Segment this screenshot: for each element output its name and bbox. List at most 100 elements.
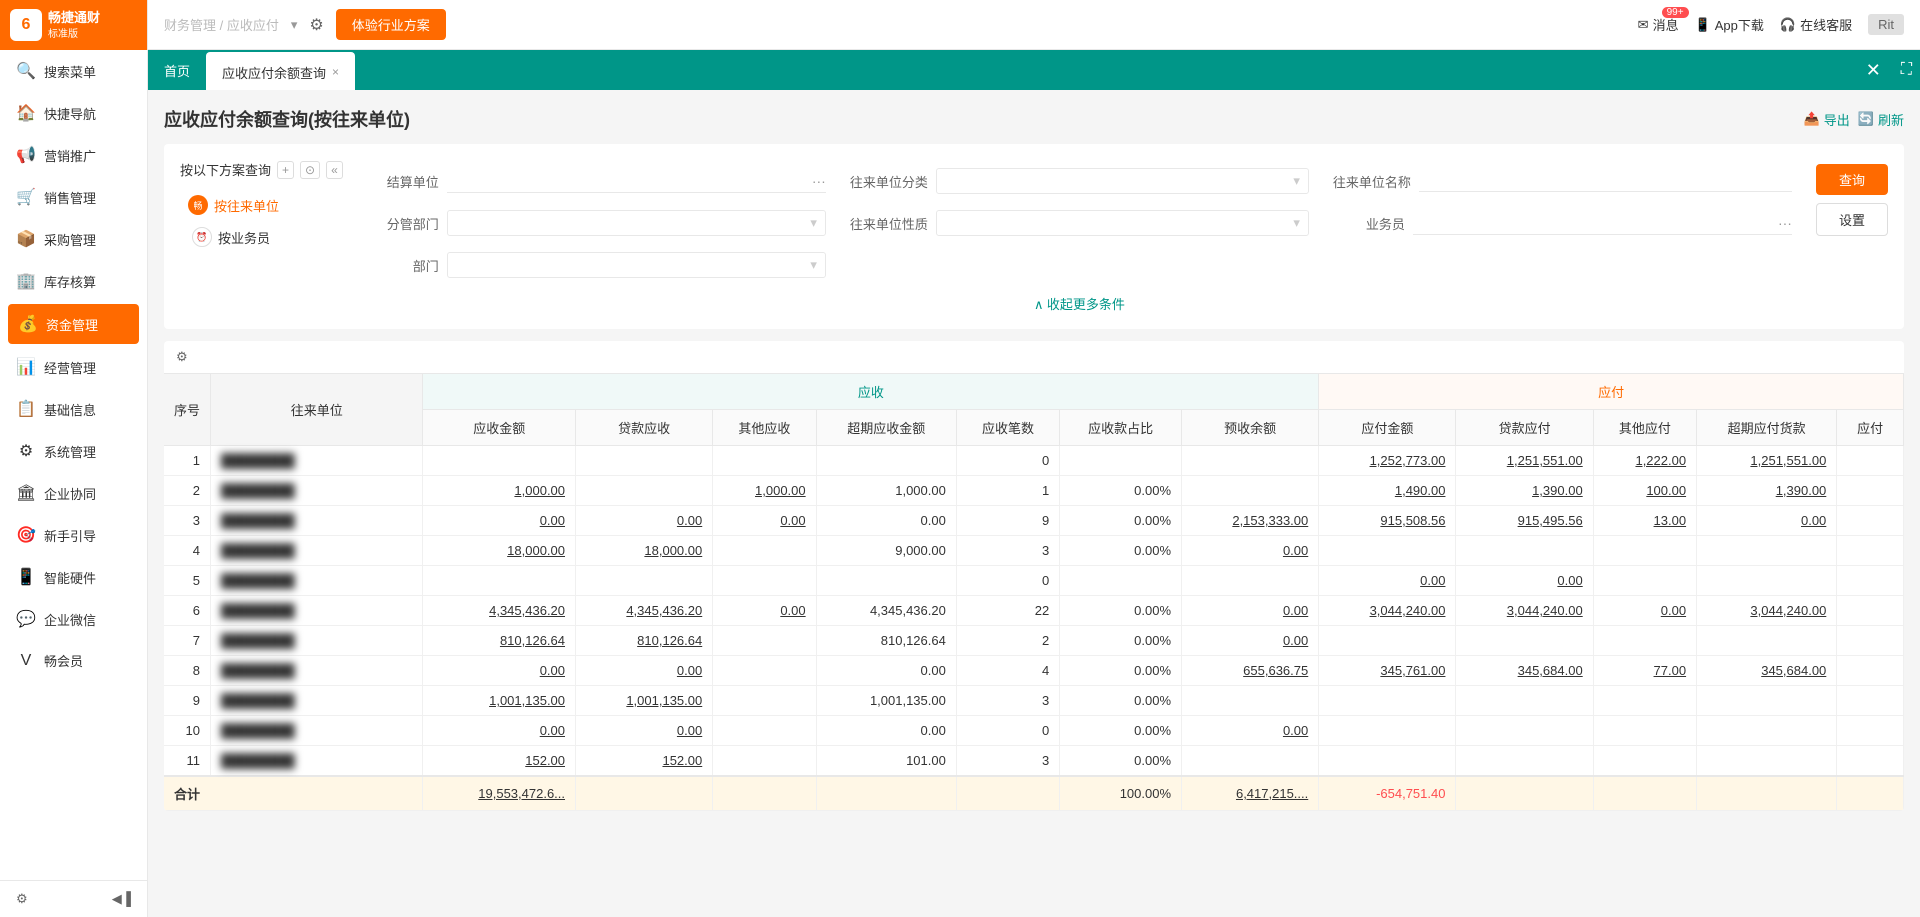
table-cell[interactable]: 0.00 xyxy=(576,656,713,686)
table-cell[interactable]: 0.00 xyxy=(576,716,713,746)
table-cell[interactable]: 1,000.00 xyxy=(713,476,816,506)
table-cell[interactable]: 810,126.64 xyxy=(423,626,576,656)
salesperson-input[interactable] xyxy=(1413,215,1778,230)
footer-ar-prepaid[interactable]: 6,417,215.... xyxy=(1182,776,1319,811)
sidebar-item-hardware[interactable]: 📱 智能硬件 xyxy=(0,556,147,598)
sidebar-item-guide[interactable]: 🎯 新手引导 xyxy=(0,514,147,556)
table-cell[interactable]: 3,044,240.00 xyxy=(1319,596,1456,626)
scheme-staff-label: 按业务员 xyxy=(218,228,270,247)
table-cell[interactable]: 0.00 xyxy=(713,596,816,626)
table-cell[interactable]: 1,390.00 xyxy=(1456,476,1593,506)
settlement-ellipsis[interactable]: ··· xyxy=(812,173,826,189)
table-cell[interactable]: 0.00 xyxy=(1182,716,1319,746)
table-cell[interactable]: 1,252,773.00 xyxy=(1319,446,1456,476)
table-cell[interactable]: 1,001,135.00 xyxy=(576,686,713,716)
table-cell[interactable]: 345,684.00 xyxy=(1697,656,1837,686)
table-cell[interactable]: 1,001,135.00 xyxy=(423,686,576,716)
table-cell[interactable]: 0.00 xyxy=(713,506,816,536)
partner-nature-dropdown[interactable]: ▾ xyxy=(936,210,1309,236)
sidebar-item-inventory[interactable]: 🏢 库存核算 xyxy=(0,260,147,302)
salesperson-ellipsis[interactable]: ··· xyxy=(1778,215,1792,231)
table-cell[interactable]: 345,684.00 xyxy=(1456,656,1593,686)
table-cell[interactable]: 1,490.00 xyxy=(1319,476,1456,506)
table-cell[interactable]: 3,044,240.00 xyxy=(1456,596,1593,626)
sidebar-collapse-icon[interactable]: ◀▐ xyxy=(112,891,131,907)
table-cell[interactable]: 655,636.75 xyxy=(1182,656,1319,686)
table-cell[interactable]: 0.00 xyxy=(1182,596,1319,626)
table-cell[interactable]: 345,761.00 xyxy=(1319,656,1456,686)
promo-button[interactable]: 体验行业方案 xyxy=(336,9,446,40)
table-settings-icon[interactable]: ⚙ xyxy=(176,349,188,365)
tabbar-expand-icon[interactable]: ⛶ xyxy=(1893,61,1920,79)
scheme-settings-icon[interactable]: ⊙ xyxy=(300,161,320,179)
sidebar-item-base[interactable]: 📋 基础信息 xyxy=(0,388,147,430)
table-cell[interactable]: 0.00 xyxy=(1182,626,1319,656)
table-cell[interactable]: 18,000.00 xyxy=(423,536,576,566)
tab-close-icon[interactable]: × xyxy=(332,65,339,79)
scheme-by-staff[interactable]: ⏰ 按业务员 xyxy=(180,221,343,253)
sidebar-settings-icon[interactable]: ⚙ xyxy=(16,891,28,907)
scheme-by-partner[interactable]: 畅 按往来单位 xyxy=(180,189,343,221)
table-cell[interactable]: 0.00 xyxy=(576,506,713,536)
query-button[interactable]: 查询 xyxy=(1816,164,1888,195)
sidebar-item-operations[interactable]: 📊 经营管理 xyxy=(0,346,147,388)
table-cell[interactable]: 1,251,551.00 xyxy=(1456,446,1593,476)
table-cell[interactable]: 3,044,240.00 xyxy=(1697,596,1837,626)
export-button[interactable]: 📤 导出 xyxy=(1804,110,1850,129)
topbar-app-download[interactable]: 📱 App下载 xyxy=(1695,15,1764,34)
topbar-gear-icon[interactable]: ⚙ xyxy=(309,15,323,35)
topbar-dropdown-arrow[interactable]: ▾ xyxy=(291,17,298,33)
table-cell[interactable]: 0.00 xyxy=(1182,536,1319,566)
scheme-collapse-icon[interactable]: « xyxy=(326,161,343,179)
topbar-online-service[interactable]: 🎧 在线客服 xyxy=(1780,15,1852,34)
table-cell[interactable]: 0.00 xyxy=(1697,506,1837,536)
add-scheme-icon[interactable]: + xyxy=(277,161,294,179)
table-cell[interactable]: 0.00 xyxy=(1593,596,1696,626)
sidebar-item-wechat[interactable]: 💬 企业微信 xyxy=(0,598,147,640)
table-cell[interactable]: 810,126.64 xyxy=(576,626,713,656)
sidebar-item-search[interactable]: 🔍 搜索菜单 xyxy=(0,50,147,92)
table-cell[interactable]: 2,153,333.00 xyxy=(1182,506,1319,536)
topbar-user[interactable]: Rit xyxy=(1868,14,1904,35)
tabbar-close-icon[interactable]: ✕ xyxy=(1854,60,1893,81)
partner-name-input[interactable] xyxy=(1419,170,1792,192)
table-cell[interactable]: 0.00 xyxy=(1319,566,1456,596)
table-cell[interactable]: 915,495.56 xyxy=(1456,506,1593,536)
table-cell[interactable]: 13.00 xyxy=(1593,506,1696,536)
filter-collapse-btn[interactable]: ∧ 收起更多条件 xyxy=(355,294,1804,313)
sidebar-item-purchase[interactable]: 📦 采购管理 xyxy=(0,218,147,260)
table-cell[interactable]: 4,345,436.20 xyxy=(576,596,713,626)
sidebar-item-member[interactable]: V 畅会员 xyxy=(0,640,147,681)
tab-home[interactable]: 首页 xyxy=(148,50,206,90)
refresh-button[interactable]: 🔄 刷新 xyxy=(1858,110,1904,129)
table-cell[interactable]: 915,508.56 xyxy=(1319,506,1456,536)
table-cell[interactable]: 152.00 xyxy=(423,746,576,777)
table-cell[interactable]: 77.00 xyxy=(1593,656,1696,686)
sidebar-item-marketing[interactable]: 📢 营销推广 xyxy=(0,134,147,176)
sidebar-item-corp[interactable]: 🏛 企业协同 xyxy=(0,472,147,514)
table-cell[interactable]: 1,222.00 xyxy=(1593,446,1696,476)
table-cell[interactable]: 1,390.00 xyxy=(1697,476,1837,506)
sidebar-item-finance[interactable]: 💰 资金管理 xyxy=(8,304,139,344)
dept-manager-dropdown[interactable]: ▾ xyxy=(447,210,826,236)
settlement-unit-input[interactable] xyxy=(447,173,812,188)
table-cell[interactable]: 0.00 xyxy=(423,656,576,686)
table-cell[interactable]: 1,251,551.00 xyxy=(1697,446,1837,476)
sidebar-item-quick[interactable]: 🏠 快捷导航 xyxy=(0,92,147,134)
topbar-message[interactable]: ✉ 消息 99+ xyxy=(1638,15,1679,34)
settings-button[interactable]: 设置 xyxy=(1816,203,1888,236)
table-cell[interactable]: 18,000.00 xyxy=(576,536,713,566)
table-cell[interactable]: 100.00 xyxy=(1593,476,1696,506)
table-cell[interactable]: 0.00 xyxy=(423,716,576,746)
tab-receivable[interactable]: 应收应付余额查询 × xyxy=(206,52,355,92)
partner-category-dropdown[interactable]: ▾ xyxy=(936,168,1309,194)
table-cell[interactable]: 0.00 xyxy=(1456,566,1593,596)
table-cell[interactable]: 4,345,436.20 xyxy=(423,596,576,626)
table-cell[interactable]: 1,000.00 xyxy=(423,476,576,506)
footer-ar-amount[interactable]: 19,553,472.6... xyxy=(423,776,576,811)
table-cell[interactable]: 152.00 xyxy=(576,746,713,777)
sidebar-item-sales[interactable]: 🛒 销售管理 xyxy=(0,176,147,218)
sidebar-item-system[interactable]: ⚙ 系统管理 xyxy=(0,430,147,472)
table-cell[interactable]: 0.00 xyxy=(423,506,576,536)
department-dropdown[interactable]: ▾ xyxy=(447,252,826,278)
